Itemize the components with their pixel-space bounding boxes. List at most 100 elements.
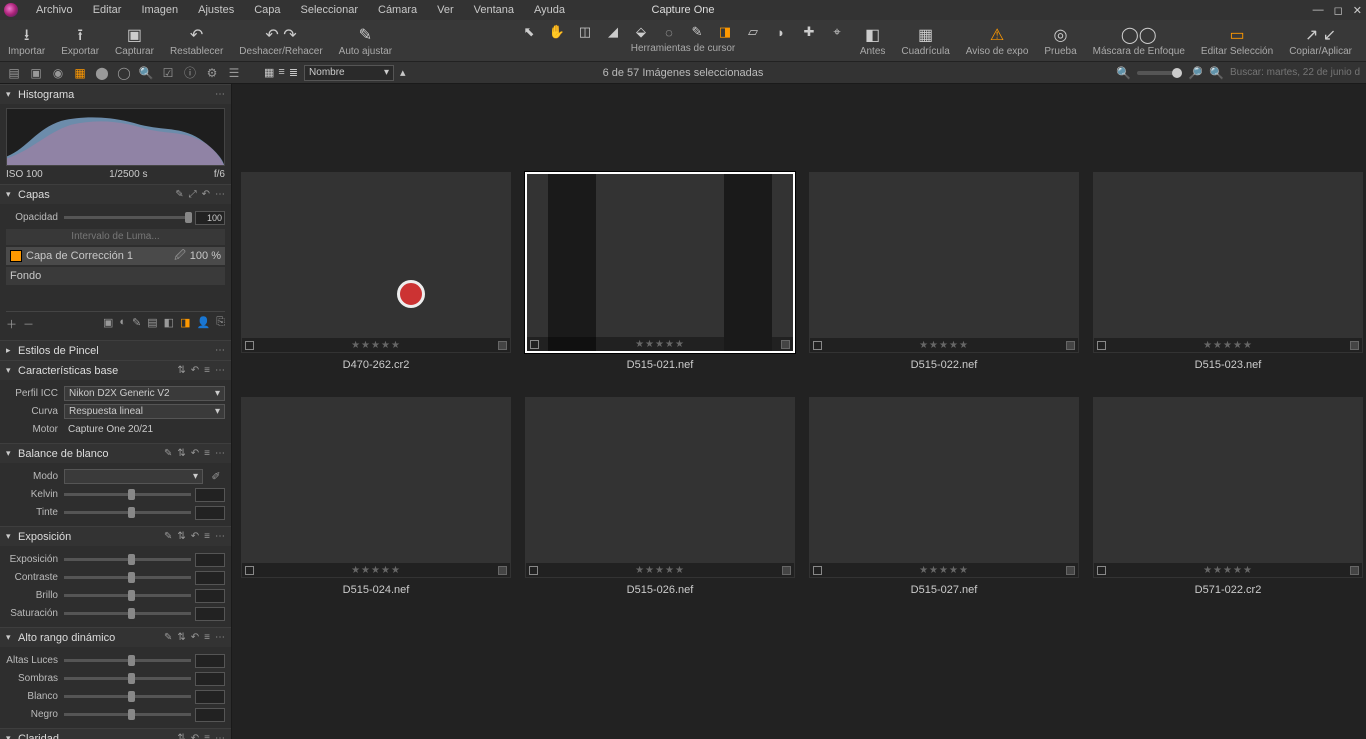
variant-icon[interactable] bbox=[1350, 566, 1359, 575]
brush-icon[interactable]: ✎ bbox=[175, 189, 183, 200]
panel-brush-styles[interactable]: ▸ Estilos de Pincel ⋯ bbox=[0, 340, 231, 360]
copy-icon[interactable]: ⇅ bbox=[177, 632, 185, 643]
panel-clarity[interactable]: ▾ Claridad ⇅ ↶ ≡ ⋯ bbox=[0, 728, 231, 739]
color-tag[interactable] bbox=[245, 341, 254, 350]
tooltab-8[interactable]: ⓘ bbox=[182, 65, 198, 81]
preset-icon[interactable]: ≡ bbox=[204, 632, 210, 643]
more-icon[interactable]: ⋯ bbox=[215, 531, 225, 542]
slider-value[interactable] bbox=[195, 708, 225, 722]
thumbnail-image[interactable]: ★★★★★ bbox=[241, 172, 511, 353]
picker-icon[interactable]: ✎ bbox=[164, 448, 172, 459]
copy-icon[interactable]: ⇅ bbox=[177, 531, 185, 542]
color-tag[interactable] bbox=[813, 341, 822, 350]
slider-value[interactable] bbox=[195, 506, 225, 520]
tooltab-2[interactable]: ◉ bbox=[50, 65, 66, 81]
sort-select[interactable]: Nombre▾ bbox=[304, 65, 394, 81]
slider-negro[interactable] bbox=[64, 713, 191, 716]
add-layer-icon[interactable]: ＋ bbox=[6, 316, 17, 332]
gradient-icon[interactable]: ▱ bbox=[744, 23, 762, 41]
panel-white-balance[interactable]: ▾ Balance de blanco ✎ ⇅ ↶ ≡ ⋯ bbox=[0, 443, 231, 463]
keystone-icon[interactable]: ⬙ bbox=[632, 23, 650, 41]
view-grid-icon[interactable]: ▦ bbox=[264, 66, 274, 79]
more-icon[interactable]: ⋯ bbox=[215, 89, 225, 100]
mask-copy-icon[interactable]: ⎘ bbox=[216, 316, 225, 332]
slider-tinte[interactable] bbox=[64, 511, 191, 514]
slider-contraste[interactable] bbox=[64, 576, 191, 579]
tool-copiar-aplicar[interactable]: ↗ ↙Copiar/Aplicar bbox=[1281, 20, 1360, 62]
copy-icon[interactable]: ⇅ bbox=[177, 733, 185, 739]
menu-ver[interactable]: Ver bbox=[427, 0, 464, 20]
slider-value[interactable] bbox=[195, 690, 225, 704]
zoom-in-icon[interactable]: 🔎 bbox=[1188, 66, 1203, 80]
slider-value[interactable] bbox=[195, 488, 225, 502]
opacity-slider[interactable] bbox=[64, 216, 191, 219]
color-tag[interactable] bbox=[530, 340, 539, 349]
slider-blanco[interactable] bbox=[64, 695, 191, 698]
pen-icon[interactable]: ✎ bbox=[688, 23, 706, 41]
tool-restablecer[interactable]: ↶Restablecer bbox=[162, 20, 231, 62]
thumbnail-image[interactable]: ★★★★★ bbox=[1093, 172, 1363, 353]
variant-icon[interactable] bbox=[1066, 341, 1075, 350]
menu-ayuda[interactable]: Ayuda bbox=[524, 0, 575, 20]
tooltab-5[interactable]: ◯ bbox=[116, 65, 132, 81]
tool-deshacer-rehacer[interactable]: ↶ ↷Deshacer/Rehacer bbox=[231, 20, 330, 62]
thumbnail[interactable]: ★★★★★D515-027.nef bbox=[806, 397, 1082, 596]
slider-value[interactable] bbox=[195, 654, 225, 668]
radial-icon[interactable]: ◗ bbox=[772, 23, 790, 41]
thumb-size-slider[interactable] bbox=[1137, 71, 1182, 75]
rating-stars[interactable]: ★★★★★ bbox=[919, 565, 969, 576]
luma-range-button[interactable]: Intervalo de Luma... bbox=[6, 229, 225, 245]
undo-icon[interactable]: ↶ bbox=[191, 733, 199, 739]
tooltab-10[interactable]: ☰ bbox=[226, 65, 242, 81]
spot-icon[interactable]: ◌ bbox=[660, 23, 678, 41]
more-icon[interactable]: ⋯ bbox=[215, 632, 225, 643]
tool-exportar[interactable]: ⭱Exportar bbox=[53, 20, 107, 62]
slider-value[interactable] bbox=[195, 589, 225, 603]
mask-grad-icon[interactable]: ◧ bbox=[164, 316, 174, 332]
panel-layers-head[interactable]: ▾ Capas ✎ ⤢ ↶ ⋯ bbox=[0, 184, 231, 204]
variant-icon[interactable] bbox=[1066, 566, 1075, 575]
mask-invert-icon[interactable]: ◐ bbox=[119, 316, 126, 332]
eraser-icon[interactable]: ◨ bbox=[716, 23, 734, 41]
undo-icon[interactable]: ↶ bbox=[202, 189, 210, 200]
picker-icon[interactable]: ✎ bbox=[164, 632, 172, 643]
slider-exposición[interactable] bbox=[64, 558, 191, 561]
opacity-value[interactable]: 100 bbox=[195, 211, 225, 225]
slider-value[interactable] bbox=[195, 571, 225, 585]
close-icon[interactable]: ✕ bbox=[1353, 4, 1362, 17]
color-tag[interactable] bbox=[813, 566, 822, 575]
view-list-icon[interactable]: ≡ bbox=[278, 66, 284, 79]
mask-brush-icon[interactable]: ✎ bbox=[132, 316, 141, 332]
layer-link-icon[interactable]: 🖉 bbox=[174, 247, 186, 266]
menu-cámara[interactable]: Cámara bbox=[368, 0, 427, 20]
variant-icon[interactable] bbox=[1350, 341, 1359, 350]
thumbnail[interactable]: ★★★★★D515-023.nef bbox=[1090, 172, 1366, 371]
more-icon[interactable]: ⋯ bbox=[215, 365, 225, 376]
heal-icon[interactable]: ✚ bbox=[800, 23, 818, 41]
slider-value[interactable] bbox=[195, 672, 225, 686]
more-icon[interactable]: ⋯ bbox=[215, 448, 225, 459]
tooltab-4[interactable]: ⬤ bbox=[94, 65, 110, 81]
picker-icon[interactable]: ✎ bbox=[164, 531, 172, 542]
clone-icon[interactable]: ⌖ bbox=[828, 23, 846, 41]
undo-icon[interactable]: ↶ bbox=[191, 531, 199, 542]
rating-stars[interactable]: ★★★★★ bbox=[635, 565, 685, 576]
copy-icon[interactable]: ⇅ bbox=[177, 448, 185, 459]
menu-imagen[interactable]: Imagen bbox=[131, 0, 188, 20]
thumbnail-image[interactable]: ★★★★★ bbox=[525, 172, 795, 353]
variant-icon[interactable] bbox=[782, 566, 791, 575]
thumbnail-browser[interactable]: ★★★★★D470-262.cr2★★★★★D515-021.nef★★★★★D… bbox=[232, 84, 1366, 739]
copy-icon[interactable]: ⇅ bbox=[177, 365, 185, 376]
tool-importar[interactable]: ⭳Importar bbox=[0, 20, 53, 62]
select-curva[interactable]: Respuesta lineal▾ bbox=[64, 404, 225, 419]
color-tag[interactable] bbox=[529, 566, 538, 575]
preset-icon[interactable]: ≡ bbox=[204, 733, 210, 739]
rating-stars[interactable]: ★★★★★ bbox=[1203, 565, 1253, 576]
mask-rect-icon[interactable]: ▣ bbox=[103, 316, 113, 332]
preset-icon[interactable]: ≡ bbox=[204, 448, 210, 459]
panel-hdr[interactable]: ▾ Alto rango dinámico ✎ ⇅ ↶ ≡ ⋯ bbox=[0, 627, 231, 647]
layer-row[interactable]: Capa de Corrección 1🖉100 % bbox=[6, 247, 225, 265]
color-tag[interactable] bbox=[1097, 341, 1106, 350]
zoom-out-icon[interactable]: 🔍 bbox=[1116, 66, 1131, 80]
crop-icon[interactable]: ◫ bbox=[576, 23, 594, 41]
